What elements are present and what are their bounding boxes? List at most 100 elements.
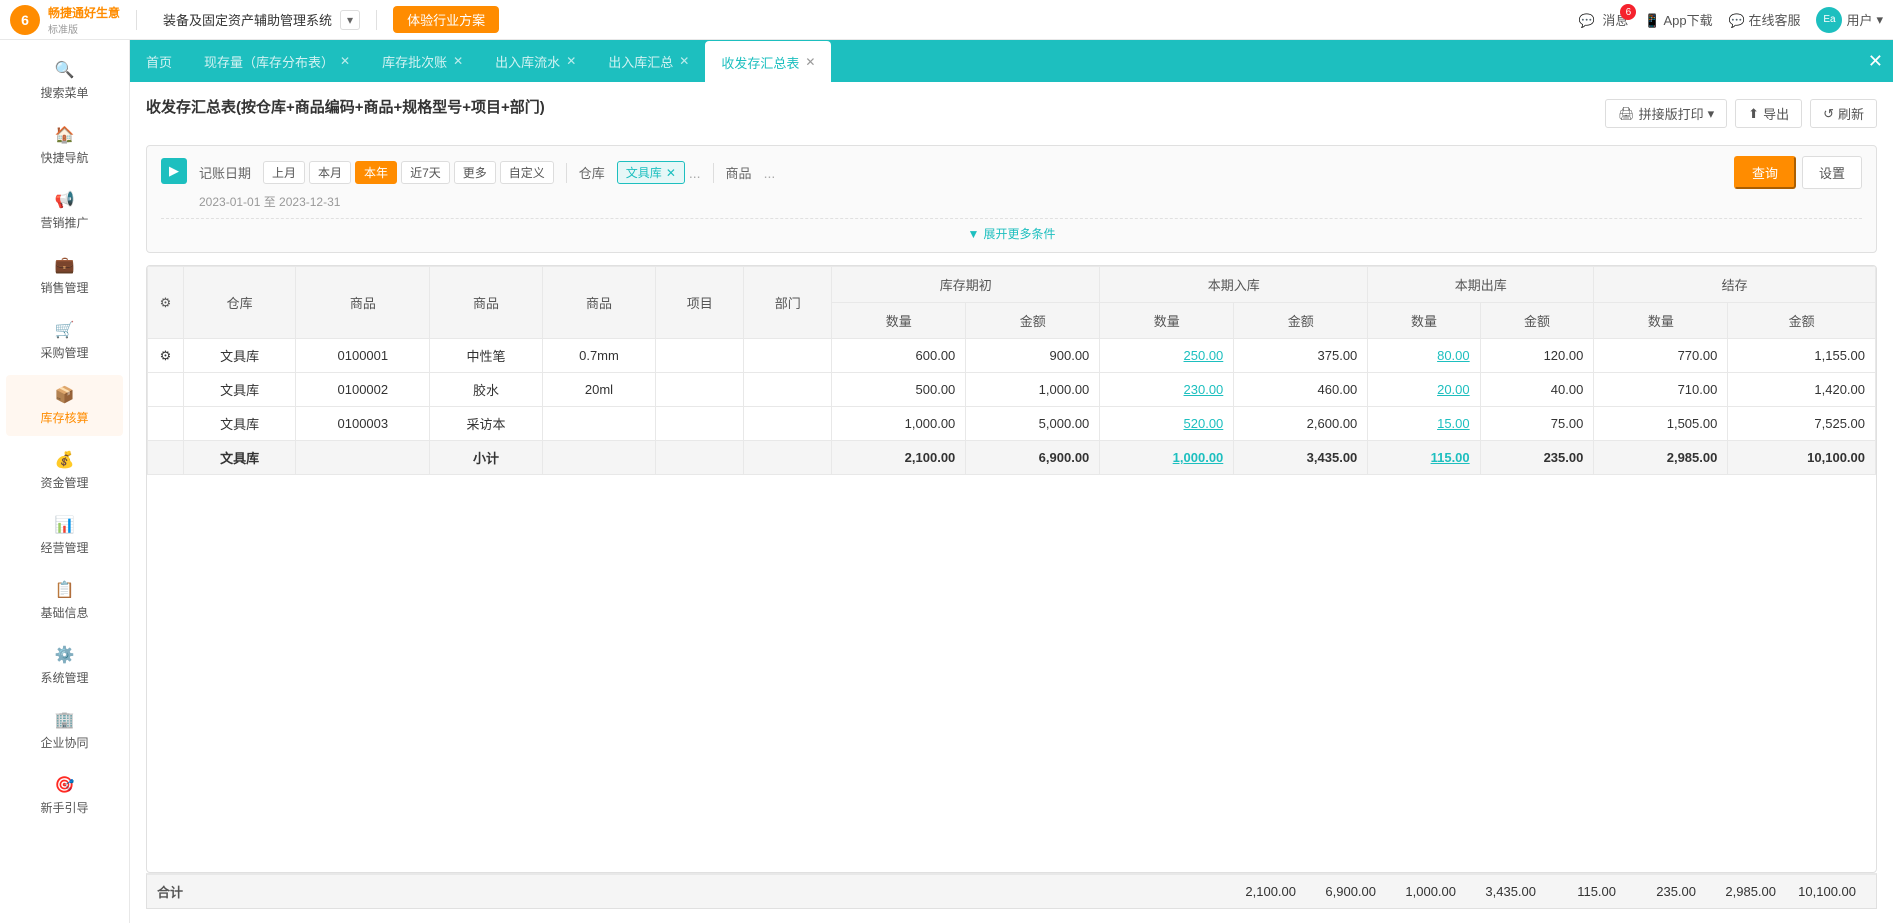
tab-home[interactable]: 首页 xyxy=(130,40,188,82)
sidebar-item-inventory[interactable]: 📦 库存核算 xyxy=(6,375,123,436)
cell-project xyxy=(656,373,744,407)
table-row: 文具库0100002胶水20ml500.001,000.00230.00460.… xyxy=(148,373,1876,407)
service-icon: 💬 xyxy=(1729,13,1745,28)
date-range: 2023-01-01 至 2023-12-31 xyxy=(199,193,1862,210)
content-area: 首页 现存量（库存分布表） ✕ 库存批次账 ✕ 出入库流水 ✕ 出入库汇总 ✕ xyxy=(130,40,1893,923)
footer-cells: 2,100.00 6,900.00 1,000.00 3,435.00 115.… xyxy=(597,884,1866,899)
cell-in-qty[interactable]: 1,000.00 xyxy=(1100,441,1234,475)
date-btn-more[interactable]: 更多 xyxy=(454,161,496,184)
cell-out-qty[interactable]: 20.00 xyxy=(1368,373,1480,407)
expand-more-btn[interactable]: ▼ 展开更多条件 xyxy=(161,218,1862,242)
warehouse-tag-close[interactable]: ✕ xyxy=(666,166,676,180)
cell-name: 中性笔 xyxy=(430,339,542,373)
app-container: 6 畅捷通好生意 标准版 装备及固定资产辅助管理系统 ▾ 体验行业方案 💬 6 … xyxy=(0,0,1893,923)
filter-bar: ▶ 记账日期 上月 本月 本年 近7天 更多 自定义 xyxy=(146,145,1877,253)
cell-dept xyxy=(744,373,832,407)
refresh-button[interactable]: ↺ 刷新 xyxy=(1810,99,1877,128)
sidebar-item-system[interactable]: ⚙️ 系统管理 xyxy=(6,635,123,696)
page-actions: 🖨 拼接版打印 ▾ ⬆ 导出 ↺ 刷新 xyxy=(1605,99,1877,128)
sidebar-item-marketing[interactable]: 📢 营销推广 xyxy=(6,180,123,241)
cell-code: 0100002 xyxy=(296,373,430,407)
cell-out-qty[interactable]: 15.00 xyxy=(1368,407,1480,441)
sidebar-item-basic-info[interactable]: 📋 基础信息 xyxy=(6,570,123,631)
footer-bar: 合计 2,100.00 6,900.00 1,000.00 3,435.00 1… xyxy=(146,873,1877,909)
cell-warehouse: 文具库 xyxy=(184,407,296,441)
export-button[interactable]: ⬆ 导出 xyxy=(1735,99,1802,128)
closing-qty-header: 数量 xyxy=(1594,303,1728,339)
purchase-icon: 🛒 xyxy=(55,320,75,340)
refresh-icon: ↺ xyxy=(1823,106,1834,122)
tab-bar-close[interactable]: ✕ xyxy=(1868,51,1893,72)
sidebar-item-sales[interactable]: 💼 销售管理 xyxy=(6,245,123,306)
export-icon: ⬆ xyxy=(1748,106,1759,122)
tab-recv-send-summary[interactable]: 收发存汇总表 ✕ xyxy=(705,41,831,82)
date-btn-7days[interactable]: 近7天 xyxy=(401,161,450,184)
date-btn-this-month[interactable]: 本月 xyxy=(309,161,351,184)
date-btn-prev-month[interactable]: 上月 xyxy=(263,161,305,184)
trial-button[interactable]: 体验行业方案 xyxy=(393,6,499,33)
setting-button[interactable]: 设置 xyxy=(1802,156,1862,189)
tab-inout-summary[interactable]: 出入库汇总 ✕ xyxy=(592,40,705,82)
tab-close-icon[interactable]: ✕ xyxy=(805,55,815,69)
app-download[interactable]: 📱 App下载 xyxy=(1644,10,1712,29)
download-icon: 📱 xyxy=(1644,13,1660,28)
sidebar-item-operation[interactable]: 📊 经营管理 xyxy=(6,505,123,566)
product-code-header: 商品 xyxy=(296,267,430,339)
cell-spec xyxy=(542,441,656,475)
sidebar-item-purchase[interactable]: 🛒 采购管理 xyxy=(6,310,123,371)
sidebar-item-enterprise[interactable]: 🏢 企业协同 xyxy=(6,700,123,761)
cell-closing-amt: 1,155.00 xyxy=(1728,339,1876,373)
in-amt-header: 金额 xyxy=(1234,303,1368,339)
query-button[interactable]: 查询 xyxy=(1734,156,1796,189)
search-icon: 🔍 xyxy=(55,60,75,80)
row-settings[interactable]: ⚙ xyxy=(148,339,184,373)
filter-row-main: ▶ 记账日期 上月 本月 本年 近7天 更多 自定义 xyxy=(161,156,1862,210)
tab-close-icon[interactable]: ✕ xyxy=(566,54,576,68)
warehouse-tag: 文具库 ✕ xyxy=(617,161,685,184)
online-service[interactable]: 💬 在线客服 xyxy=(1729,10,1801,29)
filter-toggle-button[interactable]: ▶ xyxy=(161,158,187,184)
tab-batch[interactable]: 库存批次账 ✕ xyxy=(366,40,479,82)
message-icon-wrap[interactable]: 💬 6 消息 xyxy=(1579,10,1629,29)
system-dropdown[interactable]: ▾ xyxy=(340,10,360,30)
tab-close-icon[interactable]: ✕ xyxy=(340,54,350,68)
cell-opening-amt: 900.00 xyxy=(966,339,1100,373)
date-options: 上月 本月 本年 近7天 更多 自定义 xyxy=(263,161,554,184)
print-button[interactable]: 🖨 拼接版打印 ▾ xyxy=(1605,99,1727,128)
tab-close-icon[interactable]: ✕ xyxy=(679,54,689,68)
cell-warehouse: 文具库 xyxy=(184,441,296,475)
avatar: Ea xyxy=(1816,7,1842,33)
cell-out-qty[interactable]: 115.00 xyxy=(1368,441,1480,475)
cell-out-qty[interactable]: 80.00 xyxy=(1368,339,1480,373)
message-badge: 6 xyxy=(1620,4,1636,20)
divider xyxy=(136,10,137,30)
tab-bar: 首页 现存量（库存分布表） ✕ 库存批次账 ✕ 出入库流水 ✕ 出入库汇总 ✕ xyxy=(130,40,1893,82)
sidebar-item-quick-nav[interactable]: 🏠 快捷导航 xyxy=(6,115,123,176)
sidebar-item-guide[interactable]: 🎯 新手引导 xyxy=(6,765,123,826)
tab-close-icon[interactable]: ✕ xyxy=(453,54,463,68)
tab-inout-flow[interactable]: 出入库流水 ✕ xyxy=(479,40,592,82)
finance-icon: 💰 xyxy=(55,450,75,470)
expand-arrow-icon: ▼ xyxy=(968,227,980,241)
sidebar-item-finance[interactable]: 💰 资金管理 xyxy=(6,440,123,501)
cell-opening-qty: 2,100.00 xyxy=(832,441,966,475)
chevron-down-icon: ▾ xyxy=(1708,106,1715,122)
date-btn-this-year[interactable]: 本年 xyxy=(355,161,397,184)
table-row: 文具库0100003采访本1,000.005,000.00520.002,600… xyxy=(148,407,1876,441)
user-menu[interactable]: Ea 用户 ▾ xyxy=(1816,7,1883,33)
top-bar: 6 畅捷通好生意 标准版 装备及固定资产辅助管理系统 ▾ 体验行业方案 💬 6 … xyxy=(0,0,1893,40)
date-btn-custom[interactable]: 自定义 xyxy=(500,161,554,184)
sidebar-item-search[interactable]: 🔍 搜索菜单 xyxy=(6,50,123,111)
tab-inventory-dist-label: 现存量（库存分布表） xyxy=(204,52,334,71)
closing-amt-header: 金额 xyxy=(1728,303,1876,339)
goods-more-btn[interactable]: ... xyxy=(764,165,776,181)
system-name: 装备及固定资产辅助管理系统 xyxy=(163,10,332,29)
warehouse-more-btn[interactable]: ... xyxy=(689,165,701,181)
cell-in-qty[interactable]: 230.00 xyxy=(1100,373,1234,407)
cell-opening-qty: 1,000.00 xyxy=(832,407,966,441)
cell-in-qty[interactable]: 520.00 xyxy=(1100,407,1234,441)
footer-in-qty: 1,000.00 xyxy=(1386,884,1466,899)
tab-inventory-dist[interactable]: 现存量（库存分布表） ✕ xyxy=(188,40,366,82)
cell-in-qty[interactable]: 250.00 xyxy=(1100,339,1234,373)
cell-warehouse: 文具库 xyxy=(184,339,296,373)
